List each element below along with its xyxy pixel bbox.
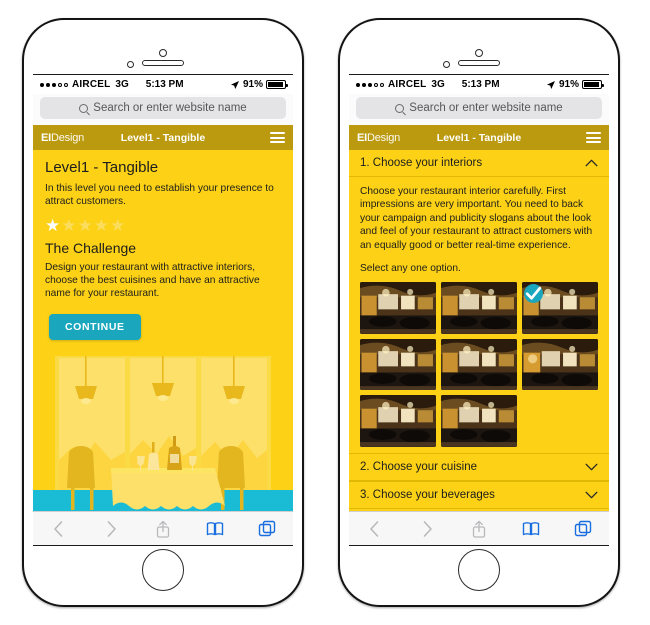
- accordion-label: 2. Choose your cuisine: [360, 461, 477, 474]
- proximity-sensor-icon: [127, 61, 134, 68]
- phone-screen-left: AIRCEL 3G 5:13 PM 91% Search or enter we…: [33, 74, 293, 546]
- status-bar: AIRCEL 3G 5:13 PM 91%: [349, 75, 609, 94]
- interior-thumbnail-selected[interactable]: [522, 282, 598, 334]
- front-camera-icon: [475, 49, 483, 57]
- carrier-label: AIRCEL: [72, 79, 111, 90]
- search-placeholder: Search or enter website name: [93, 102, 247, 114]
- clock-label: 5:13 PM: [461, 79, 500, 90]
- eidesign-logo: EIDesign: [357, 131, 401, 144]
- tabs-icon[interactable]: [257, 519, 277, 539]
- front-camera-icon: [159, 49, 167, 57]
- iphone-device-left: AIRCEL 3G 5:13 PM 91% Search or enter we…: [22, 18, 304, 607]
- back-chevron-icon[interactable]: [49, 519, 69, 539]
- accordion-content: 1. Choose your interiors Choose your res…: [349, 150, 609, 511]
- safari-toolbar-left: [33, 511, 293, 545]
- level-intro-content: Level1 - Tangible In this level you need…: [33, 150, 293, 511]
- safari-toolbar-right: [349, 511, 609, 545]
- location-arrow-icon: [230, 80, 239, 89]
- signal-strength-icon: [356, 82, 384, 87]
- location-arrow-icon: [546, 80, 555, 89]
- accordion-header-interiors[interactable]: 1. Choose your interiors: [349, 150, 609, 177]
- search-icon: [395, 103, 405, 113]
- carrier-label: AIRCEL: [388, 79, 427, 90]
- chevron-up-icon: [585, 159, 598, 167]
- interior-thumbnail[interactable]: [360, 395, 436, 448]
- accordion-label: 1. Choose your interiors: [360, 157, 483, 169]
- accordion-header-cuisine[interactable]: 2. Choose your cuisine: [349, 453, 609, 482]
- search-icon: [79, 103, 89, 113]
- accordion-body-interiors: Choose your restaurant interior carefull…: [349, 177, 609, 453]
- clock-label: 5:13 PM: [145, 79, 184, 90]
- interior-thumbnail[interactable]: [360, 282, 436, 334]
- challenge-heading: The Challenge: [45, 240, 137, 256]
- hamburger-menu-icon[interactable]: [270, 132, 285, 143]
- search-input[interactable]: Search or enter website name: [356, 97, 602, 119]
- battery-percent-label: 91%: [558, 79, 579, 90]
- battery-percent-label: 91%: [242, 79, 263, 90]
- challenge-text: Design your restaurant with attractive i…: [45, 262, 260, 299]
- home-button[interactable]: [142, 549, 184, 591]
- proximity-sensor-icon: [443, 61, 450, 68]
- check-circle-icon: [524, 284, 543, 304]
- safari-address-bar: Search or enter website name: [349, 94, 609, 125]
- select-option-note: Select any one option.: [360, 263, 461, 275]
- forward-chevron-icon[interactable]: [417, 519, 437, 539]
- chevron-down-icon: [585, 491, 598, 499]
- iphone-device-right: AIRCEL 3G 5:13 PM 91% Search or enter we…: [338, 18, 620, 607]
- interior-thumbnail[interactable]: [441, 395, 517, 448]
- battery-icon: [582, 80, 604, 89]
- book-icon[interactable]: [205, 519, 225, 539]
- accordion-label: 3. Choose your beverages: [360, 489, 495, 502]
- safari-address-bar: Search or enter website name: [33, 94, 293, 125]
- accordion-header-beverages[interactable]: 3. Choose your beverages: [349, 481, 609, 510]
- star-rating: ★★★★★: [45, 216, 127, 235]
- continue-button[interactable]: CONTINUE: [49, 314, 141, 340]
- share-icon[interactable]: [469, 519, 489, 539]
- restaurant-illustration: [33, 356, 293, 511]
- interiors-description: Choose your restaurant interior carefull…: [360, 186, 593, 251]
- search-placeholder: Search or enter website name: [409, 102, 563, 114]
- status-bar: AIRCEL 3G 5:13 PM 91%: [33, 75, 293, 94]
- interior-thumbnail-grid: [360, 282, 598, 448]
- intro-text: In this level you need to establish your…: [45, 183, 274, 207]
- earpiece-speaker: [458, 60, 500, 66]
- search-input[interactable]: Search or enter website name: [40, 97, 286, 119]
- network-type-label: 3G: [115, 79, 129, 90]
- back-chevron-icon[interactable]: [365, 519, 385, 539]
- network-type-label: 3G: [431, 79, 445, 90]
- app-header-left: EIDesign Level1 - Tangible: [33, 125, 293, 150]
- earpiece-speaker: [142, 60, 184, 66]
- share-icon[interactable]: [153, 519, 173, 539]
- screenshot-stage: AIRCEL 3G 5:13 PM 91% Search or enter we…: [0, 0, 650, 625]
- interior-thumbnail[interactable]: [360, 338, 436, 391]
- battery-icon: [266, 80, 288, 89]
- hamburger-menu-icon[interactable]: [586, 132, 601, 143]
- book-icon[interactable]: [521, 519, 541, 539]
- interior-thumbnail[interactable]: [441, 338, 517, 391]
- eidesign-logo: EIDesign: [41, 131, 85, 144]
- home-button[interactable]: [458, 549, 500, 591]
- phone-screen-right: AIRCEL 3G 5:13 PM 91% Search or enter we…: [349, 74, 609, 546]
- interior-thumbnail[interactable]: [441, 282, 517, 334]
- forward-chevron-icon[interactable]: [101, 519, 121, 539]
- chevron-down-icon: [585, 463, 598, 471]
- tabs-icon[interactable]: [573, 519, 593, 539]
- signal-strength-icon: [40, 82, 68, 87]
- app-header-right: EIDesign Level1 - Tangible: [349, 125, 609, 150]
- interior-thumbnail[interactable]: [522, 338, 598, 391]
- page-title: Level1 - Tangible: [45, 159, 159, 176]
